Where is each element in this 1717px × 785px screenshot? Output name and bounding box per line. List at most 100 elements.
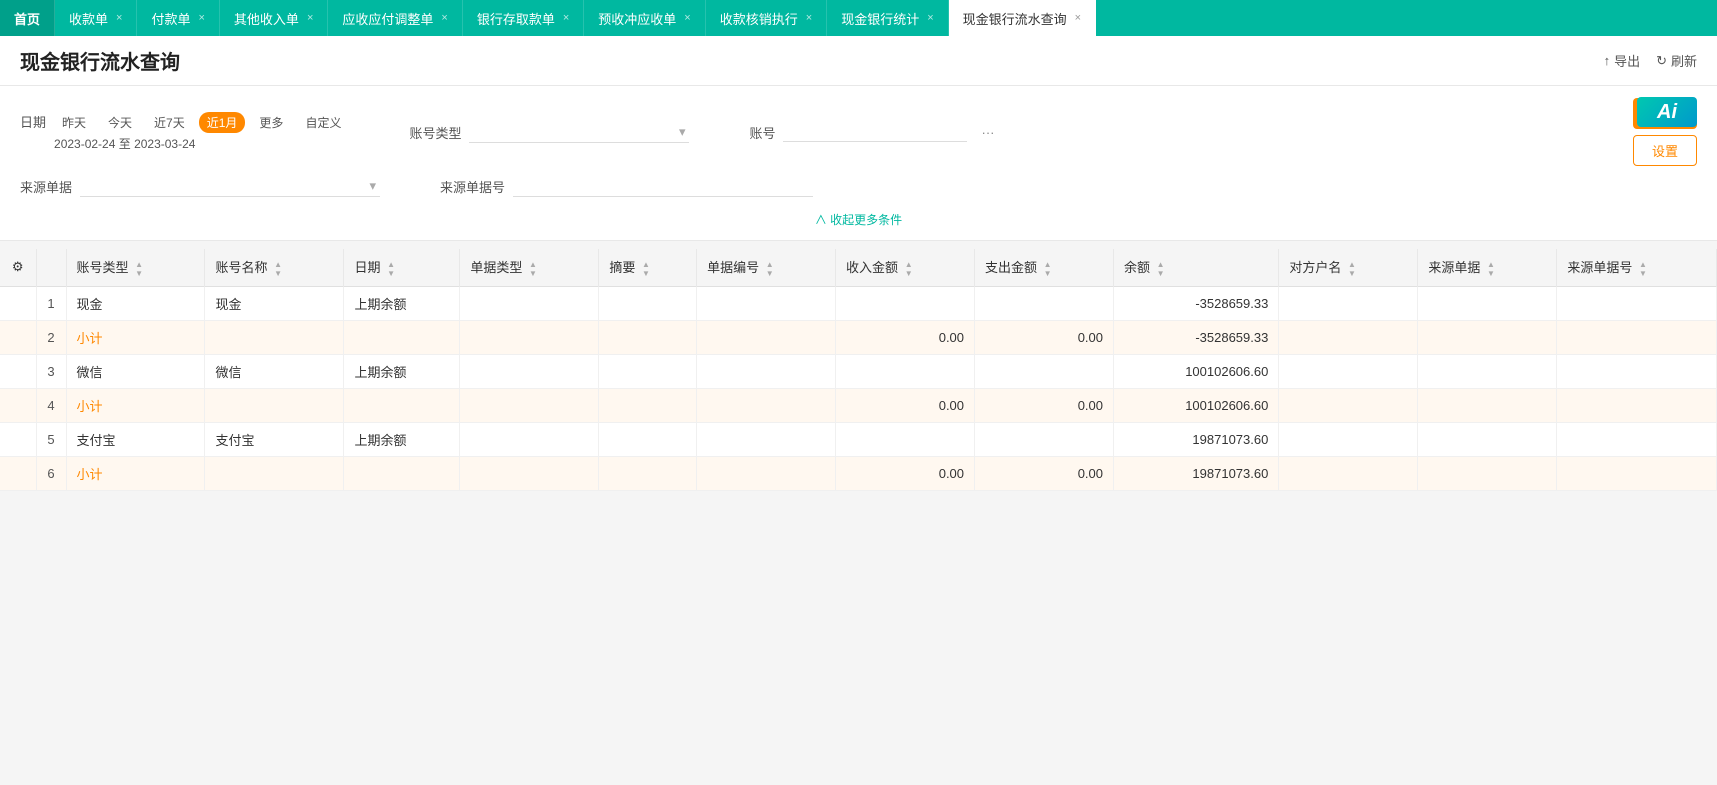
- row-balance: 19871073.60: [1114, 456, 1279, 490]
- date-btn-more[interactable]: 更多: [251, 112, 291, 133]
- account-type-filter: 账号类型 ▾: [409, 122, 689, 143]
- row-income: [836, 286, 975, 320]
- row-number: 5: [36, 422, 66, 456]
- table-row[interactable]: 2小计0.000.00-3528659.33: [0, 320, 1717, 354]
- close-other-income-icon[interactable]: ×: [307, 12, 313, 24]
- col-header-account-type[interactable]: 账号类型 ▲▼: [66, 249, 205, 286]
- close-cash-flow-icon[interactable]: ×: [1075, 12, 1081, 24]
- source-doc-no-input[interactable]: [513, 177, 813, 197]
- row-source-doc-no: [1557, 354, 1717, 388]
- nav-tab-cash-bank-stats[interactable]: 现金银行统计 ×: [827, 0, 948, 36]
- nav-tab-collection-exec[interactable]: 收款核销执行 ×: [706, 0, 827, 36]
- nav-tab-cash-flow-label: 现金银行流水查询: [963, 9, 1067, 28]
- sort-source-doc-no-icon: ▲▼: [1639, 260, 1647, 278]
- row-balance: 100102606.60: [1114, 388, 1279, 422]
- row-settings: [0, 286, 36, 320]
- account-input[interactable]: [783, 122, 967, 142]
- row-account-name: [205, 320, 344, 354]
- row-date: 上期余额: [344, 422, 460, 456]
- row-counterparty: [1279, 286, 1418, 320]
- sort-doc-no-icon: ▲▼: [766, 260, 774, 278]
- close-receipts-icon[interactable]: ×: [116, 12, 122, 24]
- nav-home[interactable]: 首页: [0, 0, 55, 36]
- nav-tab-bank-deposit[interactable]: 银行存取款单 ×: [463, 0, 584, 36]
- table-row[interactable]: 1现金现金上期余额-3528659.33: [0, 286, 1717, 320]
- nav-tab-receipts[interactable]: 收款单 ×: [55, 0, 137, 36]
- sort-account-type-icon: ▲▼: [135, 260, 143, 278]
- table-row[interactable]: 4小计0.000.00100102606.60: [0, 388, 1717, 422]
- export-label: 导出: [1614, 51, 1640, 70]
- settings-column-header[interactable]: ⚙: [0, 249, 36, 286]
- nav-tab-prepay-offset[interactable]: 预收冲应收单 ×: [584, 0, 705, 36]
- collapse-bar[interactable]: ∧ 收起更多条件: [20, 207, 1697, 232]
- row-counterparty: [1279, 320, 1418, 354]
- date-btn-1month[interactable]: 近1月: [199, 112, 246, 133]
- nav-tab-payments[interactable]: 付款单 ×: [137, 0, 219, 36]
- row-doc-no: [697, 388, 836, 422]
- col-header-source-doc[interactable]: 来源单据 ▲▼: [1418, 249, 1557, 286]
- col-header-account-name[interactable]: 账号名称 ▲▼: [205, 249, 344, 286]
- col-header-source-doc-no[interactable]: 来源单据号 ▲▼: [1557, 249, 1717, 286]
- close-prepay-icon[interactable]: ×: [684, 12, 690, 24]
- col-header-doc-type[interactable]: 单据类型 ▲▼: [460, 249, 599, 286]
- close-payments-icon[interactable]: ×: [198, 12, 204, 24]
- nav-tab-ar-ap-adjustment[interactable]: 应收应付调整单 ×: [328, 0, 462, 36]
- close-bank-deposit-icon[interactable]: ×: [563, 12, 569, 24]
- close-cash-stats-icon[interactable]: ×: [927, 12, 933, 24]
- col-header-expense[interactable]: 支出金额 ▲▼: [975, 249, 1114, 286]
- export-button[interactable]: ↑ 导出: [1604, 51, 1641, 70]
- doc-no-col-label: 单据编号: [707, 260, 759, 275]
- account-filter: 账号 ···: [749, 122, 994, 142]
- date-btn-custom[interactable]: 自定义: [297, 112, 349, 133]
- source-doc-select[interactable]: ▾: [80, 176, 380, 197]
- row-expense: [975, 354, 1114, 388]
- row-doc-type: [460, 286, 599, 320]
- row-expense: [975, 286, 1114, 320]
- date-btn-yesterday[interactable]: 昨天: [54, 112, 94, 133]
- account-name-col-label: 账号名称: [215, 260, 267, 275]
- row-source-doc: [1418, 286, 1557, 320]
- refresh-icon: ↻: [1656, 53, 1667, 69]
- nav-home-label: 首页: [14, 9, 40, 28]
- date-options-container: 昨天 今天 近7天 近1月 更多 自定义 2023-02-24 至 2023-0…: [54, 112, 349, 152]
- row-account-name: 支付宝: [205, 422, 344, 456]
- account-type-select[interactable]: ▾: [469, 122, 689, 143]
- collapse-label: 收起更多条件: [830, 213, 902, 227]
- col-header-income[interactable]: 收入金额 ▲▼: [836, 249, 975, 286]
- col-header-balance[interactable]: 余额 ▲▼: [1114, 249, 1279, 286]
- ai-badge[interactable]: Ai: [1637, 97, 1697, 127]
- row-source-doc: [1418, 354, 1557, 388]
- nav-tab-other-income[interactable]: 其他收入单 ×: [220, 0, 328, 36]
- nav-tab-other-income-label: 其他收入单: [234, 9, 299, 28]
- source-doc-no-filter: 来源单据号: [440, 177, 813, 197]
- filter-row-2: 来源单据 ▾ 来源单据号: [20, 176, 1697, 197]
- close-collection-icon[interactable]: ×: [806, 12, 812, 24]
- table-row[interactable]: 3微信微信上期余额100102606.60: [0, 354, 1717, 388]
- row-income: [836, 422, 975, 456]
- nav-tab-receipts-label: 收款单: [69, 9, 108, 28]
- row-account-type: 现金: [66, 286, 205, 320]
- col-header-summary[interactable]: 摘要 ▲▼: [599, 249, 697, 286]
- close-ar-ap-icon[interactable]: ×: [441, 12, 447, 24]
- row-summary: [599, 354, 697, 388]
- col-header-date[interactable]: 日期 ▲▼: [344, 249, 460, 286]
- account-dots-icon[interactable]: ···: [981, 125, 994, 140]
- row-account-type: 小计: [66, 388, 205, 422]
- sort-expense-icon: ▲▼: [1044, 260, 1052, 278]
- refresh-button[interactable]: ↻ 刷新: [1656, 51, 1697, 70]
- date-btn-today[interactable]: 今天: [100, 112, 140, 133]
- date-col-label: 日期: [354, 260, 380, 275]
- col-header-doc-no[interactable]: 单据编号 ▲▼: [697, 249, 836, 286]
- table-row[interactable]: 6小计0.000.0019871073.60: [0, 456, 1717, 490]
- table-row[interactable]: 5支付宝支付宝上期余额19871073.60: [0, 422, 1717, 456]
- source-doc-label: 来源单据: [20, 177, 72, 196]
- row-account-name: [205, 456, 344, 490]
- filter-row-1: 日期 昨天 今天 近7天 近1月 更多 自定义 2023-02-24 至 202…: [20, 98, 1697, 166]
- row-balance: -3528659.33: [1114, 320, 1279, 354]
- nav-tab-cash-bank-flow[interactable]: 现金银行流水查询 ×: [949, 0, 1096, 36]
- col-header-counterparty[interactable]: 对方户名 ▲▼: [1279, 249, 1418, 286]
- date-btn-7days[interactable]: 近7天: [146, 112, 193, 133]
- row-expense: 0.00: [975, 320, 1114, 354]
- sort-counterparty-icon: ▲▼: [1348, 260, 1356, 278]
- setting-button[interactable]: 设置: [1633, 135, 1697, 166]
